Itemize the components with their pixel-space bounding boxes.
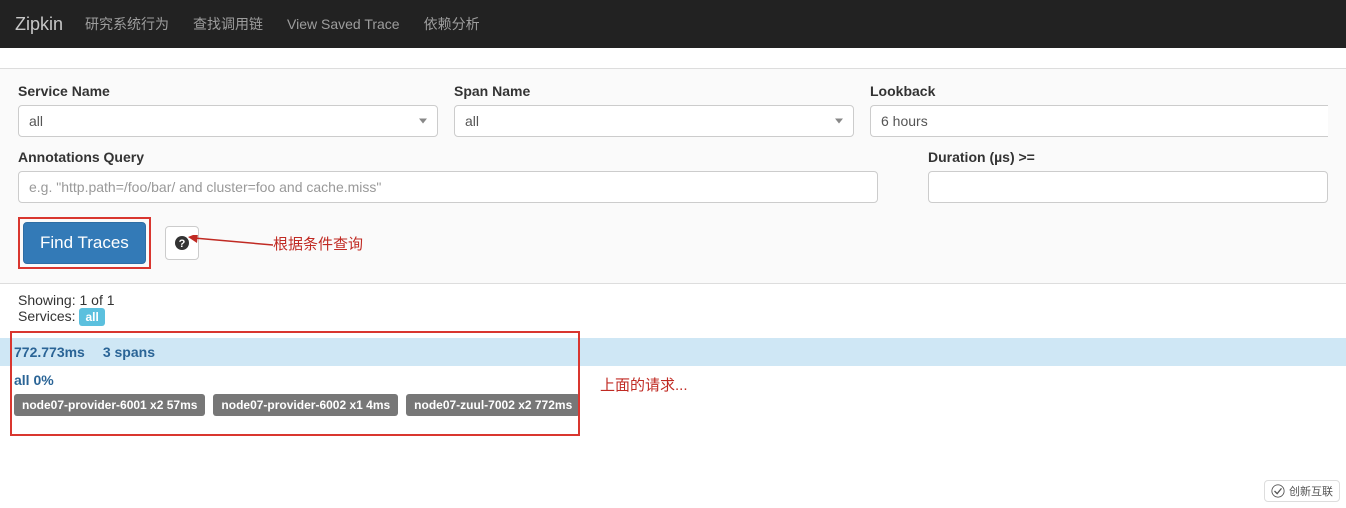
showing-prefix: Showing: <box>18 292 79 308</box>
service-chip[interactable]: node07-provider-6001 x2 57ms <box>14 394 205 416</box>
chevron-down-icon <box>419 119 427 124</box>
trace-chips: node07-provider-6001 x2 57ms node07-prov… <box>0 394 1346 424</box>
arrow-annotation-icon <box>188 235 273 251</box>
brand-link[interactable]: Zipkin <box>15 14 63 35</box>
annotations-label: Annotations Query <box>18 149 878 165</box>
services-badge: all <box>79 308 104 326</box>
duration-input[interactable] <box>928 171 1328 203</box>
find-button-highlight: Find Traces <box>18 217 151 269</box>
services-prefix: Services: <box>18 308 79 324</box>
watermark-icon <box>1271 484 1285 498</box>
actions-row: Find Traces ? 根据条件查询 <box>18 217 1328 269</box>
lookback-label: Lookback <box>870 83 1328 99</box>
service-name-select[interactable]: all <box>18 105 438 137</box>
nav-item-investigate[interactable]: 研究系统行为 <box>73 14 181 34</box>
trace-duration: 772.773ms <box>14 344 85 360</box>
span-name-select[interactable]: all <box>454 105 854 137</box>
showing-value: 1 of 1 <box>79 292 114 308</box>
service-name-label: Service Name <box>18 83 438 99</box>
annotations-input[interactable] <box>18 171 878 203</box>
results-area: 772.773ms 3 spans all 0% node07-provider… <box>0 328 1346 442</box>
result-meta: Showing: 1 of 1 Services: all <box>0 284 1346 328</box>
nav-item-dependencies[interactable]: 依赖分析 <box>412 14 492 34</box>
service-chip[interactable]: node07-provider-6002 x1 4ms <box>213 394 398 416</box>
watermark: 创新互联 <box>1264 480 1340 502</box>
duration-label: Duration (µs) >= <box>928 149 1328 165</box>
nav-item-find-trace[interactable]: 查找调用链 <box>181 14 275 34</box>
trace-span-count: 3 spans <box>103 344 155 360</box>
find-traces-button[interactable]: Find Traces <box>23 222 146 264</box>
lookback-value: 6 hours <box>881 113 928 129</box>
span-name-value: all <box>465 113 479 129</box>
service-chip[interactable]: node07-zuul-7002 x2 772ms <box>406 394 580 416</box>
span-name-label: Span Name <box>454 83 854 99</box>
nav-item-saved-trace[interactable]: View Saved Trace <box>275 16 412 32</box>
svg-text:?: ? <box>178 238 185 250</box>
lookback-select[interactable]: 6 hours <box>870 105 1328 137</box>
navbar: Zipkin 研究系统行为 查找调用链 View Saved Trace 依赖分… <box>0 0 1346 48</box>
service-name-value: all <box>29 113 43 129</box>
results-annotation-text: 上面的请求... <box>600 374 688 395</box>
search-panel: Service Name all Span Name all Lookback … <box>0 68 1346 284</box>
watermark-text: 创新互联 <box>1289 483 1333 499</box>
chevron-down-icon <box>835 119 843 124</box>
trace-row-header[interactable]: 772.773ms 3 spans <box>0 338 1346 366</box>
find-annotation-text: 根据条件查询 <box>273 233 363 254</box>
